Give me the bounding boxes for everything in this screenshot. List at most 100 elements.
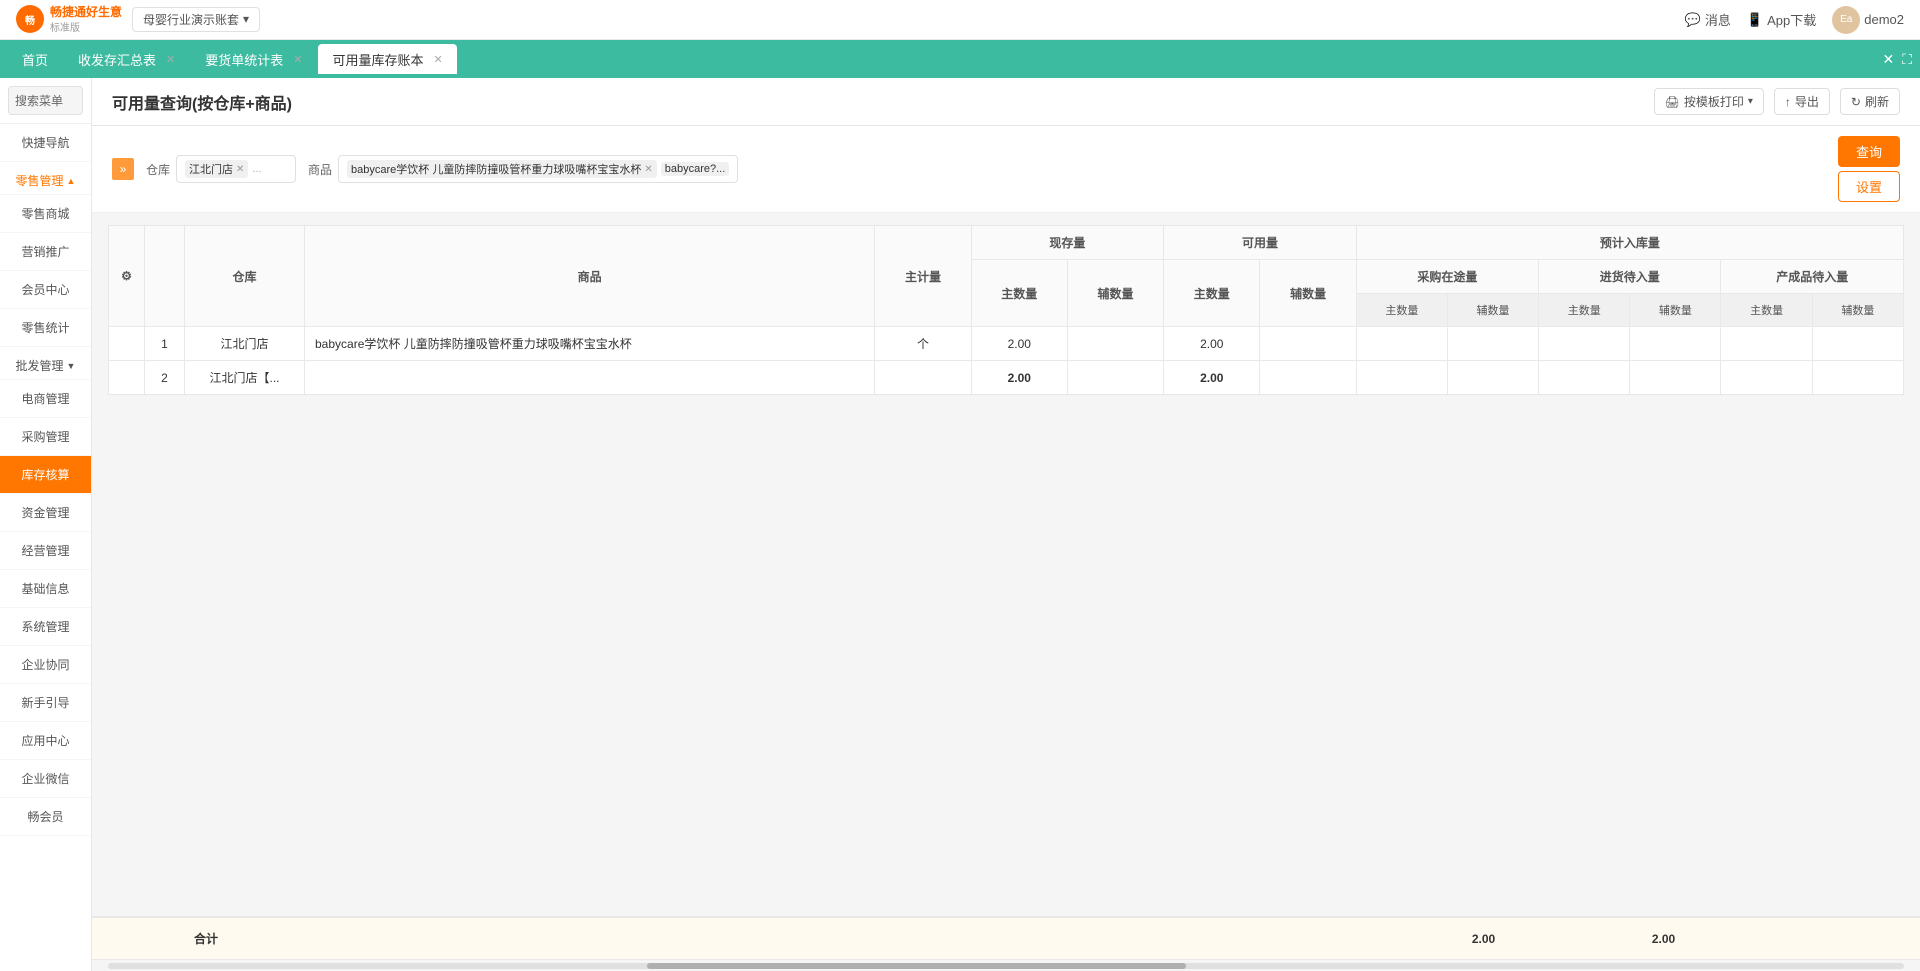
- row1-inbound-main: [1539, 327, 1630, 361]
- sidebar-item-lingshougguanli[interactable]: 零售管理 ▲: [0, 162, 91, 195]
- row2-purchase-main: [1356, 361, 1447, 395]
- tab-yaohuo-label: 要货单统计表: [205, 50, 283, 69]
- row2-inbound-main: [1539, 361, 1630, 395]
- row2-production-main: [1721, 361, 1812, 395]
- filter-product-remove1[interactable]: ✕: [644, 164, 652, 175]
- row1-avail-aux: [1260, 327, 1356, 361]
- summary-area: 合计 2.00 2.00: [92, 916, 1920, 959]
- message-btn[interactable]: 💬 消息: [1685, 10, 1731, 29]
- sidebar-search-btn[interactable]: 搜索菜单: [8, 86, 83, 115]
- filter-warehouse-group: 仓库 江北门店 ✕ ...: [146, 155, 296, 183]
- filter-warehouse-input[interactable]: 江北门店 ✕ ...: [176, 155, 296, 183]
- filter-more-icon[interactable]: ...: [252, 163, 261, 175]
- filter-product-value1: babycare学饮杯 儿童防摔防撞吸管杯重力球吸嘴杯宝宝水杯: [351, 161, 641, 177]
- table-row: 2 江北门店【... 2.00 2.00: [109, 361, 1904, 395]
- row2-warehouse: 江北门店【...: [185, 361, 305, 395]
- filter-expand-btn[interactable]: »: [112, 158, 134, 180]
- filter-warehouse-remove[interactable]: ✕: [236, 164, 244, 175]
- sidebar-item-kucunhecun[interactable]: 库存核算: [0, 456, 91, 494]
- page-title: 可用量查询(按仓库+商品): [112, 90, 292, 114]
- col-header-production-main: 主数量: [1721, 294, 1812, 327]
- sidebar-item-xitong[interactable]: 系统管理: [0, 608, 91, 646]
- sidebar: 搜索菜单 快捷导航 零售管理 ▲ 零售商城 营销推广 会员中心 零售统计 批发管…: [0, 78, 92, 971]
- filter-product-input[interactable]: babycare学饮杯 儿童防摔防撞吸管杯重力球吸嘴杯宝宝水杯 ✕ babyca…: [338, 155, 738, 183]
- filter-warehouse-value: 江北门店: [189, 161, 233, 177]
- user-area[interactable]: Ea demo2: [1832, 6, 1904, 34]
- sidebar-item-lingshougcheng[interactable]: 零售商城: [0, 195, 91, 233]
- col-header-settings[interactable]: ⚙: [109, 226, 145, 327]
- table-row: 1 江北门店 babycare学饮杯 儿童防摔防撞吸管杯重力球吸嘴杯宝宝水杯 个…: [109, 327, 1904, 361]
- top-bar: 畅 畅捷通好生意 标准版 母婴行业演示账套 ▾ 💬 消息 📱 App下载 Ea …: [0, 0, 1920, 40]
- set-btn[interactable]: 设置: [1838, 171, 1900, 202]
- row2-product: [305, 361, 875, 395]
- template-print-label: 按模板打印: [1684, 93, 1744, 110]
- tab-close-all-btn[interactable]: ✕: [1882, 51, 1894, 68]
- sidebar-item-dianshanggaunli[interactable]: 电商管理: [0, 380, 91, 418]
- data-table: ⚙ 仓库 商品 主计量 现存量 可用量 预计入库量 主数量 辅数量 主数量: [108, 225, 1904, 395]
- refresh-btn[interactable]: ↻ 刷新: [1840, 88, 1900, 115]
- sidebar-item-huiyuan[interactable]: 会员中心: [0, 271, 91, 309]
- tab-fullscreen-btn[interactable]: ⛶: [1902, 51, 1912, 68]
- template-dropdown-icon: ▾: [1748, 96, 1753, 107]
- tab-yaohuo[interactable]: 要货单统计表 ✕: [191, 44, 316, 74]
- tab-keyongliang-label: 可用量库存账本: [332, 50, 423, 69]
- scroll-thumb: [647, 963, 1186, 969]
- tab-home-label: 首页: [22, 50, 48, 69]
- sidebar-item-yingyong[interactable]: 应用中心: [0, 722, 91, 760]
- tab-home[interactable]: 首页: [8, 44, 62, 74]
- logo-sub: 标准版: [50, 19, 122, 34]
- col-header-product: 商品: [305, 226, 875, 327]
- col-header-production-group: 产成品待入量: [1721, 260, 1904, 294]
- tab-keyongliang-close[interactable]: ✕: [434, 53, 443, 66]
- row1-warehouse: 江北门店: [185, 327, 305, 361]
- logo-icon: 畅: [16, 5, 44, 33]
- col-header-warehouse: 仓库: [185, 226, 305, 327]
- sidebar-item-pifaguanli[interactable]: 批发管理 ▼: [0, 347, 91, 380]
- top-bar-right: 💬 消息 📱 App下载 Ea demo2: [1685, 6, 1904, 34]
- scroll-track[interactable]: [108, 963, 1904, 969]
- logo-text: 畅捷通好生意: [50, 5, 122, 19]
- industry-selector[interactable]: 母婴行业演示账套 ▾: [132, 7, 260, 32]
- row2-settings: [109, 361, 145, 395]
- query-btn[interactable]: 查询: [1838, 136, 1900, 167]
- printer-icon: 🖨: [1665, 95, 1680, 109]
- row2-stock-aux: [1067, 361, 1163, 395]
- template-print-btn[interactable]: 🖨 按模板打印 ▾: [1654, 88, 1764, 115]
- sidebar-item-jingying[interactable]: 经营管理: [0, 532, 91, 570]
- filter-btn-group: 查询 设置: [1838, 136, 1900, 202]
- app-download-btn[interactable]: 📱 App下载: [1747, 10, 1816, 29]
- col-header-avail-aux: 辅数量: [1260, 260, 1356, 327]
- tab-keyongliang[interactable]: 可用量库存账本 ✕: [318, 44, 456, 74]
- col-header-purchase-group: 采购在途量: [1356, 260, 1538, 294]
- row2-stock-main: 2.00: [971, 361, 1067, 395]
- sidebar-item-changhui[interactable]: 畅会员: [0, 798, 91, 836]
- sidebar-item-quick-nav[interactable]: 快捷导航: [0, 124, 91, 162]
- row2-no: 2: [145, 361, 185, 395]
- sidebar-search-area: 搜索菜单: [0, 78, 91, 124]
- logo-text-area: 畅捷通好生意 标准版: [50, 5, 122, 34]
- filter-product-tag1: babycare学饮杯 儿童防摔防撞吸管杯重力球吸嘴杯宝宝水杯 ✕: [347, 160, 657, 178]
- tab-shoufacun[interactable]: 收发存汇总表 ✕: [64, 44, 189, 74]
- sidebar-item-qiye[interactable]: 企业协同: [0, 646, 91, 684]
- top-bar-left: 畅 畅捷通好生意 标准版 母婴行业演示账套 ▾: [16, 5, 260, 34]
- col-header-no: [145, 226, 185, 327]
- summary-avail-main: 2.00: [1619, 926, 1709, 951]
- sidebar-item-lingshoutongji[interactable]: 零售统计: [0, 309, 91, 347]
- col-header-stock-aux: 辅数量: [1067, 260, 1163, 327]
- sidebar-item-caigougaunli[interactable]: 采购管理: [0, 418, 91, 456]
- sidebar-item-zijinguanli[interactable]: 资金管理: [0, 494, 91, 532]
- sidebar-item-qiyeweixin[interactable]: 企业微信: [0, 760, 91, 798]
- sidebar-item-yingxiao[interactable]: 营销推广: [0, 233, 91, 271]
- row1-production-aux: [1812, 327, 1903, 361]
- row1-purchase-aux: [1447, 327, 1538, 361]
- sidebar-item-jichu[interactable]: 基础信息: [0, 570, 91, 608]
- filter-product-tag2: babycare?...: [661, 162, 730, 176]
- col-header-purchase-main: 主数量: [1356, 294, 1447, 327]
- col-header-inbound-aux: 辅数量: [1630, 294, 1721, 327]
- sidebar-item-xinshou[interactable]: 新手引导: [0, 684, 91, 722]
- export-btn[interactable]: ↑ 导出: [1774, 88, 1830, 115]
- tab-shoufacun-close[interactable]: ✕: [166, 53, 175, 66]
- tab-yaohuo-close[interactable]: ✕: [293, 53, 302, 66]
- content-area: 可用量查询(按仓库+商品) 🖨 按模板打印 ▾ ↑ 导出 ↻ 刷新: [92, 78, 1920, 971]
- row2-production-aux: [1812, 361, 1903, 395]
